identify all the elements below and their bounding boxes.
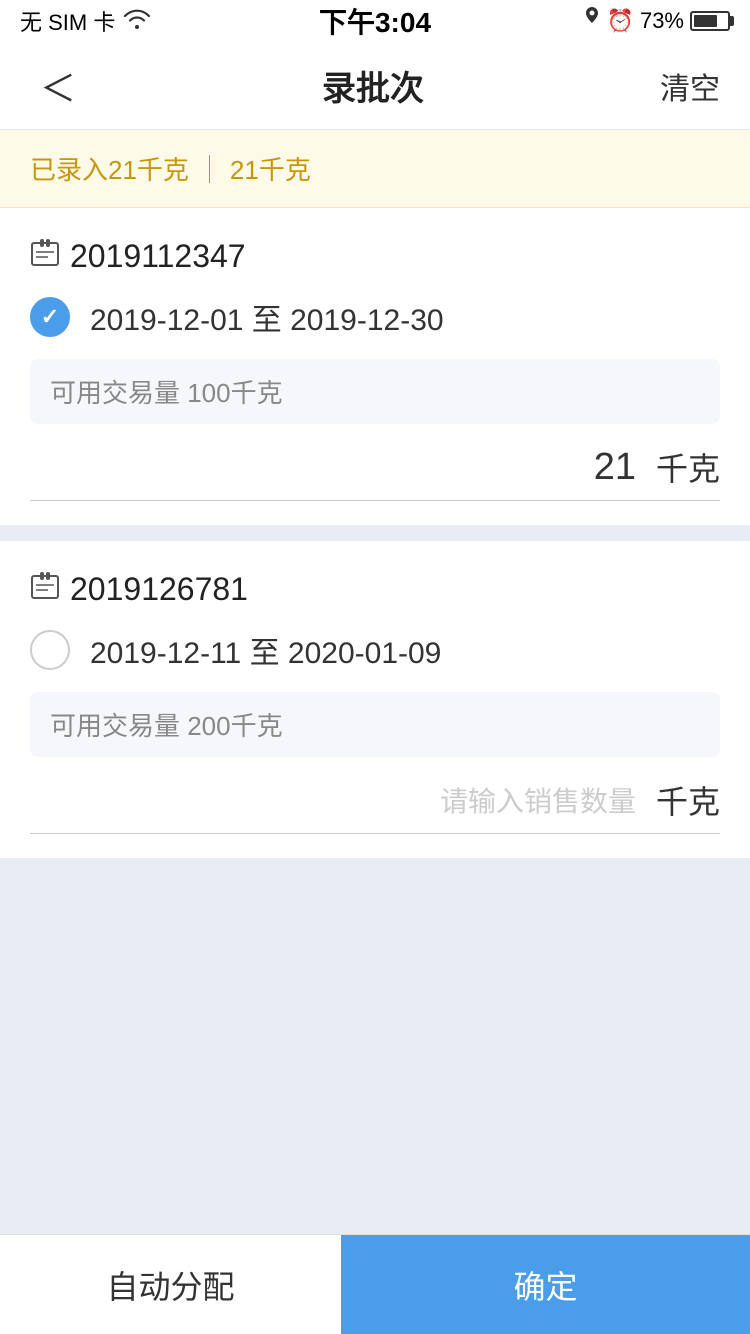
batch-id-1: 2019112347 bbox=[70, 238, 246, 275]
page-title: 录批次 bbox=[322, 61, 424, 110]
batch-quantity-row-1: 可用交易量 100千克 bbox=[30, 359, 720, 424]
batch-radio-1[interactable] bbox=[30, 297, 70, 337]
sim-status: 无 SIM 卡 bbox=[20, 5, 115, 37]
summary-value: 21千克 bbox=[230, 150, 311, 187]
batch-icon-1 bbox=[30, 239, 60, 275]
summary-label: 已录入21千克 bbox=[30, 150, 189, 187]
amount-placeholder-2: 请输入销售数量 bbox=[440, 780, 636, 820]
batch-quantity-row-2: 可用交易量 200千克 bbox=[30, 692, 720, 757]
batch-header-1: 2019112347 bbox=[0, 208, 750, 285]
amount-inner-2: 请输入销售数量 千克 bbox=[30, 777, 720, 834]
batch-qty-2: 可用交易量 200千克 bbox=[50, 711, 283, 741]
summary-divider bbox=[209, 155, 210, 183]
batch-date-row-2[interactable]: 2019-12-11 至 2020-01-09 bbox=[0, 618, 750, 682]
location-icon bbox=[583, 7, 601, 35]
clear-button[interactable]: 清空 bbox=[660, 64, 720, 108]
battery-icon bbox=[690, 11, 730, 31]
batch-date-1: 2019-12-01 至 2019-12-30 bbox=[90, 295, 444, 339]
batch-qty-1: 可用交易量 100千克 bbox=[50, 378, 283, 408]
amount-section-2: 请输入销售数量 千克 bbox=[0, 777, 750, 858]
bottom-area bbox=[0, 858, 750, 1258]
amount-section-1: 21 千克 bbox=[0, 444, 750, 525]
amount-unit-1: 千克 bbox=[656, 444, 720, 490]
status-time: 下午3:04 bbox=[319, 1, 431, 41]
footer: 自动分配 确定 bbox=[0, 1234, 750, 1334]
section-separator bbox=[0, 525, 750, 541]
batch-icon-2 bbox=[30, 572, 60, 608]
battery-percent: 73% bbox=[640, 8, 684, 34]
status-left: 无 SIM 卡 bbox=[20, 5, 151, 37]
confirm-button[interactable]: 确定 bbox=[341, 1235, 750, 1334]
amount-inner-1: 21 千克 bbox=[30, 444, 720, 501]
batch-card-1: 2019112347 2019-12-01 至 2019-12-30 可用交易量… bbox=[0, 208, 750, 525]
wifi-icon bbox=[123, 7, 151, 35]
auto-distribute-button[interactable]: 自动分配 bbox=[0, 1235, 341, 1334]
amount-unit-2: 千克 bbox=[656, 777, 720, 823]
batch-card-2: 2019126781 2019-12-11 至 2020-01-09 可用交易量… bbox=[0, 541, 750, 858]
nav-bar: ＜ 录批次 清空 bbox=[0, 42, 750, 130]
batch-date-row-1[interactable]: 2019-12-01 至 2019-12-30 bbox=[0, 285, 750, 349]
status-right: ⏰ 73% bbox=[583, 7, 730, 35]
status-bar: 无 SIM 卡 下午3:04 ⏰ 73% bbox=[0, 0, 750, 42]
alarm-icon: ⏰ bbox=[607, 8, 634, 34]
batch-radio-2[interactable] bbox=[30, 630, 70, 670]
summary-bar: 已录入21千克 21千克 bbox=[0, 130, 750, 208]
back-button[interactable]: ＜ bbox=[30, 50, 86, 122]
batch-id-2: 2019126781 bbox=[70, 571, 248, 608]
batch-date-2: 2019-12-11 至 2020-01-09 bbox=[90, 628, 441, 672]
batch-header-2: 2019126781 bbox=[0, 541, 750, 618]
amount-value-1: 21 bbox=[594, 446, 636, 489]
